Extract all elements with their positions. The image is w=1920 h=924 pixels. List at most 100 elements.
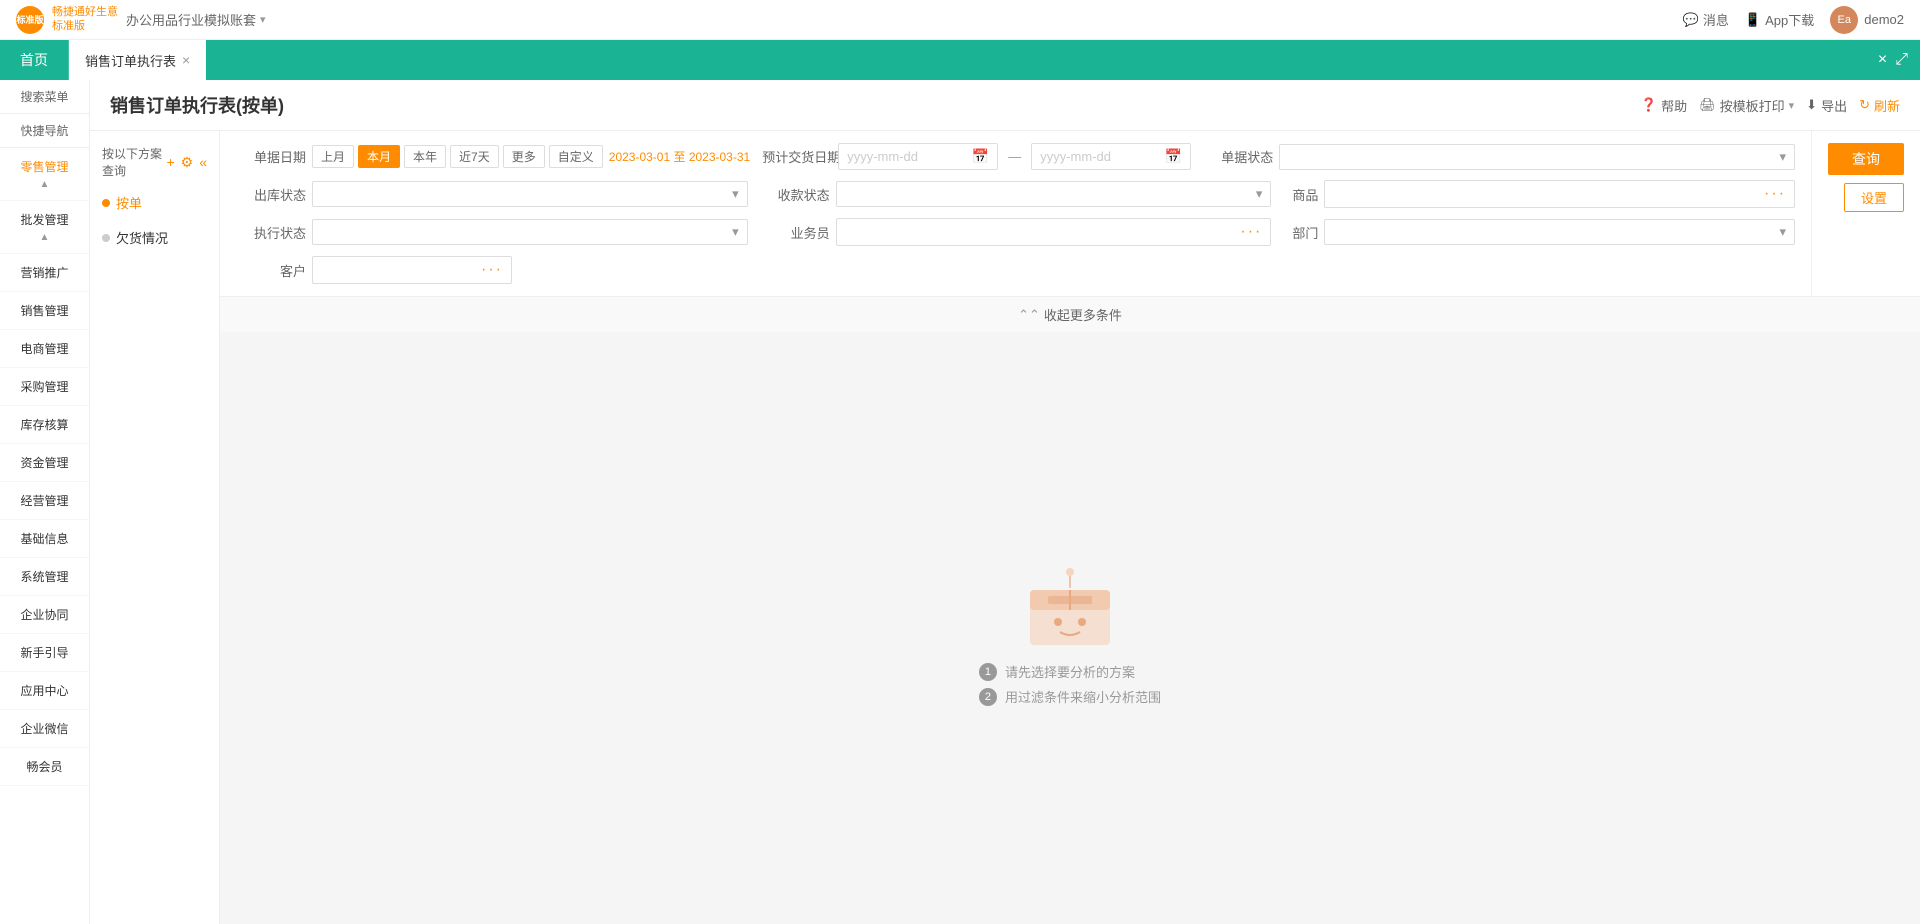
help-icon: ❓ <box>1641 97 1657 113</box>
step-2-num: 2 <box>979 688 997 706</box>
date-last7[interactable]: 近7天 <box>450 145 499 168</box>
salesperson-multi-select[interactable]: ··· <box>836 218 1272 246</box>
export-button[interactable]: ⬇ 导出 <box>1806 96 1847 115</box>
content-area: 销售订单执行表(按单) ❓ 帮助 🖨 按模板打印 ▾ ⬇ 导出 ↻ 刷新 <box>90 80 1920 924</box>
status-filter-group: 单据状态 ▾ <box>1203 144 1795 170</box>
sidebar: 搜索菜单 快捷导航 零售管理 ▲ 批发管理 ▲ 营销推广 销售管理 电商管理 采… <box>0 80 90 924</box>
dept-group: 部门 ▾ <box>1283 219 1795 245</box>
collapse-bar[interactable]: ⌃⌃ 收起更多条件 <box>220 296 1920 332</box>
sidebar-item-wecom[interactable]: 企业微信 <box>0 710 89 748</box>
industry-title[interactable]: 办公用品行业模拟账套 ▾ <box>126 10 266 29</box>
minimize-icon[interactable]: × <box>1878 51 1887 69</box>
out-status-label: 出库状态 <box>236 185 306 204</box>
sidebar-item-sales[interactable]: 销售管理 <box>0 292 89 330</box>
exec-status-group: 执行状态 ▾ <box>236 219 748 245</box>
tab-sales-order[interactable]: 销售订单执行表 × <box>69 40 206 80</box>
goods-dots-icon: ··· <box>1764 185 1786 203</box>
wholesale-label: 批发管理 <box>20 211 68 228</box>
date-more[interactable]: 更多 <box>503 145 545 168</box>
goods-group: 商品 ··· <box>1283 180 1795 208</box>
sidebar-item-business[interactable]: 经营管理 <box>0 482 89 520</box>
exec-status-arrow: ▾ <box>732 224 739 240</box>
date-dash: — <box>1004 149 1025 164</box>
empty-steps: 1 请先选择要分析的方案 2 用过滤条件来缩小分析范围 <box>979 662 1161 706</box>
filter-row-3: 执行状态 ▾ 业务员 <box>236 218 1795 246</box>
user-menu[interactable]: Ea demo2 <box>1830 6 1904 34</box>
help-button[interactable]: ❓ 帮助 <box>1641 96 1687 115</box>
maximize-icon[interactable]: ⤢ <box>1895 51 1908 69</box>
customer-label: 客户 <box>236 261 306 280</box>
sidebar-item-ecommerce[interactable]: 电商管理 <box>0 330 89 368</box>
exec-status-dropdown[interactable]: ▾ <box>312 219 748 245</box>
date-this-year[interactable]: 本年 <box>404 145 446 168</box>
date-custom[interactable]: 自定义 <box>549 145 603 168</box>
customer-multi-select[interactable]: ··· <box>312 256 512 284</box>
sidebar-search[interactable]: 搜索菜单 <box>0 80 89 114</box>
filter-row-1: 单据日期 上月 本月 本年 近7天 更多 自定义 <box>236 143 1795 170</box>
page-header: 销售订单执行表(按单) ❓ 帮助 🖨 按模板打印 ▾ ⬇ 导出 ↻ 刷新 <box>90 80 1920 131</box>
expected-date-label: 预计交货日期 <box>762 147 832 166</box>
marketing-label: 营销推广 <box>20 264 68 281</box>
expected-date-start[interactable]: yyyy-mm-dd 📅 <box>838 143 998 170</box>
refresh-button[interactable]: ↻ 刷新 <box>1859 96 1900 115</box>
sub-sidebar-add-icon[interactable]: + <box>166 154 174 171</box>
app-download-button[interactable]: 📱 App下载 <box>1745 10 1814 29</box>
sub-sidebar: 按以下方案查询 + ⚙ « 按单 欠货情况 <box>90 131 220 924</box>
sidebar-item-finance[interactable]: 资金管理 <box>0 444 89 482</box>
sidebar-quick-nav[interactable]: 快捷导航 <box>0 114 89 148</box>
sidebar-item-basic[interactable]: 基础信息 <box>0 520 89 558</box>
template-print-button[interactable]: 🖨 按模板打印 ▾ <box>1699 96 1794 115</box>
sidebar-item-enterprise[interactable]: 企业协同 <box>0 596 89 634</box>
step-1-num: 1 <box>979 663 997 681</box>
customer-group: 客户 ··· <box>236 256 512 284</box>
sidebar-item-appstore[interactable]: 应用中心 <box>0 672 89 710</box>
basic-label: 基础信息 <box>20 530 68 547</box>
order-indicator <box>102 199 110 207</box>
tab-close-button[interactable]: × <box>182 52 190 68</box>
business-label: 经营管理 <box>20 492 68 509</box>
empty-box-svg <box>1010 550 1130 650</box>
retail-arrow: ▲ <box>40 179 50 190</box>
cal-end-icon: 📅 <box>1165 148 1182 165</box>
export-icon: ⬇ <box>1806 97 1817 113</box>
system-label: 系统管理 <box>20 568 68 585</box>
status-dropdown[interactable]: ▾ <box>1279 144 1795 170</box>
enterprise-label: 企业协同 <box>20 606 68 623</box>
sidebar-item-system[interactable]: 系统管理 <box>0 558 89 596</box>
message-icon: 💬 <box>1683 12 1699 28</box>
sub-sidebar-item-order[interactable]: 按单 <box>90 185 219 220</box>
expected-date-end[interactable]: yyyy-mm-dd 📅 <box>1031 143 1191 170</box>
refresh-icon: ↻ <box>1859 97 1870 113</box>
newbie-label: 新手引导 <box>20 644 68 661</box>
appstore-label: 应用中心 <box>20 682 68 699</box>
date-this-month[interactable]: 本月 <box>358 145 400 168</box>
settings-button[interactable]: 设置 <box>1844 183 1904 212</box>
salesperson-label: 业务员 <box>760 223 830 242</box>
sidebar-item-wholesale[interactable]: 批发管理 ▲ <box>0 201 89 254</box>
message-button[interactable]: 💬 消息 <box>1683 10 1729 29</box>
sub-sidebar-item-credit[interactable]: 欠货情况 <box>90 220 219 255</box>
query-button[interactable]: 查询 <box>1828 143 1904 175</box>
sidebar-item-member[interactable]: 畅会员 <box>0 748 89 786</box>
sidebar-item-purchase[interactable]: 采购管理 <box>0 368 89 406</box>
collapse-label: 收起更多条件 <box>1044 305 1122 324</box>
salesperson-dots-icon: ··· <box>1240 223 1262 241</box>
sidebar-item-inventory[interactable]: 库存核算 <box>0 406 89 444</box>
payment-status-arrow: ▾ <box>1256 186 1263 202</box>
sidebar-item-newbie[interactable]: 新手引导 <box>0 634 89 672</box>
avatar: Ea <box>1830 6 1858 34</box>
sidebar-item-retail[interactable]: 零售管理 ▲ <box>0 148 89 201</box>
sidebar-item-marketing[interactable]: 营销推广 <box>0 254 89 292</box>
sub-sidebar-collapse-icon[interactable]: « <box>199 154 207 171</box>
dept-dropdown[interactable]: ▾ <box>1324 219 1795 245</box>
print-icon: 🖨 <box>1699 97 1716 113</box>
logo-text: 标准版 <box>16 13 43 26</box>
goods-multi-select[interactable]: ··· <box>1324 180 1795 208</box>
tab-bar: 首页 销售订单执行表 × × ⤢ <box>0 40 1920 80</box>
date-last-month[interactable]: 上月 <box>312 145 354 168</box>
payment-status-dropdown[interactable]: ▾ <box>836 181 1272 207</box>
filter-actions: 查询 设置 <box>1811 131 1920 296</box>
sub-sidebar-settings-icon[interactable]: ⚙ <box>181 154 194 171</box>
out-status-dropdown[interactable]: ▾ <box>312 181 748 207</box>
tab-home[interactable]: 首页 <box>0 40 69 80</box>
